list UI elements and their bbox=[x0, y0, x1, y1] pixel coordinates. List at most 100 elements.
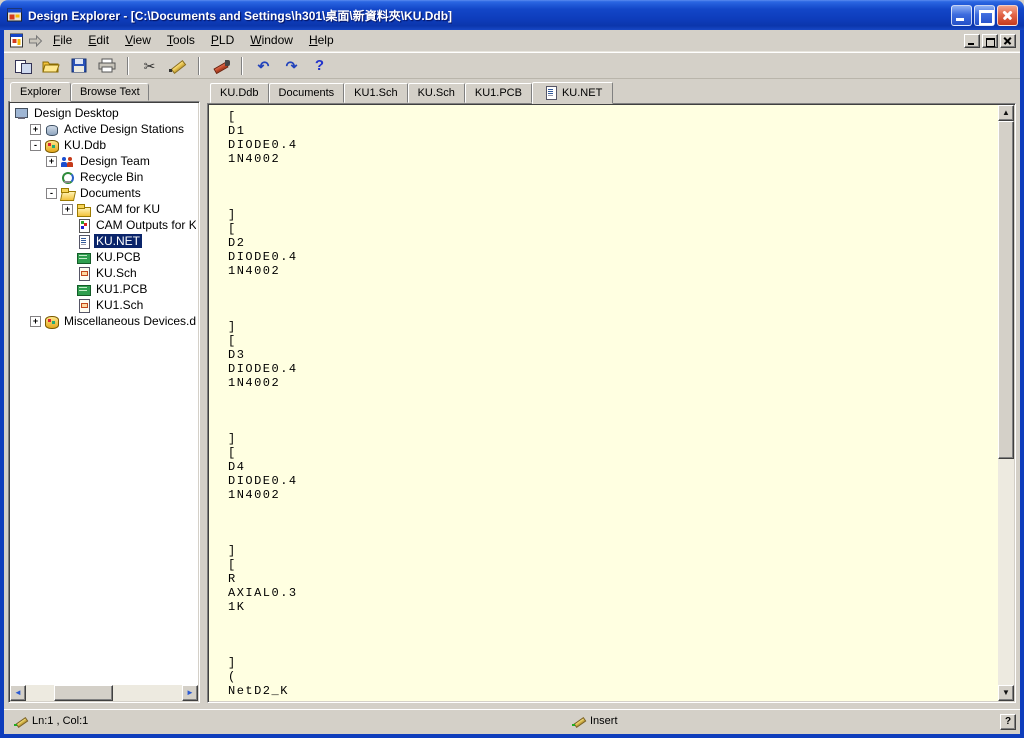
pencil-icon bbox=[14, 715, 27, 727]
tree-item-design-team[interactable]: + Design Team bbox=[12, 153, 196, 169]
scrollbar-track[interactable] bbox=[26, 685, 182, 701]
tab-ku-ddb[interactable]: KU.Ddb bbox=[210, 83, 269, 103]
editor-container: [ D1 DIODE0.4 1N4002 ] [ D2 DIODE0.4 1N4… bbox=[207, 103, 1016, 703]
scrollbar-thumb[interactable] bbox=[998, 121, 1014, 459]
toolbar-separator bbox=[198, 57, 200, 75]
selected-tree-item-label: KU.NET bbox=[94, 234, 142, 248]
menu-pld[interactable]: PLD bbox=[204, 31, 241, 50]
titlebar: Design Explorer - [C:\Documents and Sett… bbox=[0, 0, 1024, 30]
cam-icon bbox=[76, 219, 91, 232]
app-icon bbox=[6, 7, 23, 23]
maximize-button[interactable] bbox=[974, 5, 995, 26]
menu-help[interactable]: Help bbox=[302, 31, 341, 50]
save-button[interactable] bbox=[66, 55, 91, 77]
scrollbar-track[interactable] bbox=[998, 121, 1014, 685]
menu-view[interactable]: View bbox=[118, 31, 158, 50]
brush-button[interactable] bbox=[208, 55, 233, 77]
open-button[interactable] bbox=[38, 55, 63, 77]
tree-container: Design Desktop + Active Design Stations … bbox=[8, 101, 200, 703]
tree-item-documents[interactable]: - Documents bbox=[12, 185, 196, 201]
redo-icon: ↷ bbox=[286, 59, 298, 73]
tab-documents[interactable]: Documents bbox=[269, 83, 345, 103]
status-help-button[interactable]: ? bbox=[1000, 714, 1016, 730]
expand-toggle[interactable]: + bbox=[30, 316, 41, 327]
expand-toggle[interactable]: + bbox=[46, 156, 57, 167]
undo-icon: ↶ bbox=[258, 59, 270, 73]
folder-open-icon bbox=[60, 187, 75, 200]
expand-toggle[interactable]: + bbox=[62, 204, 73, 215]
schematic-icon bbox=[76, 299, 91, 312]
mdi-close-button[interactable] bbox=[1000, 34, 1016, 48]
print-button[interactable] bbox=[94, 55, 119, 77]
menu-tools[interactable]: Tools bbox=[160, 31, 202, 50]
pencil-button[interactable] bbox=[165, 55, 190, 77]
menu-edit[interactable]: Edit bbox=[81, 31, 116, 50]
toolbar-separator bbox=[127, 57, 129, 75]
vertical-scrollbar[interactable]: ▲ ▼ bbox=[998, 105, 1014, 701]
pcb-icon bbox=[76, 251, 91, 264]
document-panel: KU.Ddb Documents KU1.Sch KU.Sch KU1.PCB … bbox=[207, 82, 1016, 703]
arrow-up-icon: ▲ bbox=[1002, 109, 1010, 117]
cursor-position: Ln:1 , Col:1 bbox=[32, 715, 88, 727]
tree-item-ku-pcb[interactable]: KU.PCB bbox=[12, 249, 196, 265]
pencil-icon bbox=[169, 58, 187, 74]
tree-item-ku1-pcb[interactable]: KU1.PCB bbox=[12, 281, 196, 297]
tree-item-active-design-stations[interactable]: + Active Design Stations bbox=[12, 121, 196, 137]
database-icon bbox=[44, 139, 59, 152]
scissors-icon: ✂ bbox=[144, 59, 156, 73]
status-bar: Ln:1 , Col:1 Insert ? bbox=[4, 709, 1020, 734]
tree-item-cam-for-ku[interactable]: + CAM for KU bbox=[12, 201, 196, 217]
print-icon bbox=[98, 58, 116, 73]
scroll-up-button[interactable]: ▲ bbox=[998, 105, 1014, 121]
tab-ku1-pcb[interactable]: KU1.PCB bbox=[465, 83, 532, 103]
tree-item-design-desktop[interactable]: Design Desktop bbox=[12, 105, 196, 121]
scroll-left-button[interactable]: ◄ bbox=[10, 685, 26, 701]
tab-ku-net[interactable]: KU.NET bbox=[532, 82, 613, 104]
design-tree: Design Desktop + Active Design Stations … bbox=[12, 105, 196, 683]
collapse-toggle[interactable]: - bbox=[30, 140, 41, 151]
scroll-right-button[interactable]: ► bbox=[182, 685, 198, 701]
scroll-down-button[interactable]: ▼ bbox=[998, 685, 1014, 701]
tab-explorer[interactable]: Explorer bbox=[10, 82, 71, 102]
menu-file[interactable]: File bbox=[46, 31, 79, 50]
schematic-icon bbox=[76, 267, 91, 280]
netlist-icon bbox=[543, 86, 558, 99]
tab-browse-text[interactable]: Browse Text bbox=[71, 83, 149, 101]
collapse-toggle[interactable]: - bbox=[46, 188, 57, 199]
insert-mode-panel: Insert bbox=[572, 715, 618, 727]
netlist-icon bbox=[76, 235, 91, 248]
minimize-button[interactable] bbox=[951, 5, 972, 26]
mdi-restore-button[interactable] bbox=[982, 34, 998, 48]
tree-item-recycle-bin[interactable]: Recycle Bin bbox=[12, 169, 196, 185]
cursor-position-panel: Ln:1 , Col:1 bbox=[14, 715, 88, 727]
main-content: Explorer Browse Text Design Desktop + Ac… bbox=[4, 79, 1020, 709]
tab-ku-sch[interactable]: KU.Sch bbox=[408, 83, 465, 103]
redo-button[interactable]: ↷ bbox=[279, 55, 304, 77]
tree-item-ku1-sch[interactable]: KU1.Sch bbox=[12, 297, 196, 313]
undo-button[interactable]: ↶ bbox=[251, 55, 276, 77]
tree-item-ku-sch[interactable]: KU.Sch bbox=[12, 265, 196, 281]
close-button[interactable] bbox=[997, 5, 1018, 26]
mdi-minimize-button[interactable] bbox=[964, 34, 980, 48]
horizontal-scrollbar[interactable]: ◄ ► bbox=[10, 685, 198, 701]
team-icon bbox=[60, 155, 75, 168]
tree-item-ku-ddb[interactable]: - KU.Ddb bbox=[12, 137, 196, 153]
menu-window[interactable]: Window bbox=[243, 31, 300, 50]
brush-icon bbox=[212, 58, 230, 74]
help-button[interactable]: ? bbox=[307, 55, 332, 77]
pencil-icon bbox=[572, 715, 585, 727]
insert-mode: Insert bbox=[590, 715, 618, 727]
tree-item-miscellaneous-devices[interactable]: + Miscellaneous Devices.ddb bbox=[12, 313, 196, 329]
netlist-editor[interactable]: [ D1 DIODE0.4 1N4002 ] [ D2 DIODE0.4 1N4… bbox=[228, 110, 995, 700]
save-icon bbox=[71, 58, 87, 73]
panels-icon bbox=[14, 58, 32, 74]
tree-item-ku-net[interactable]: KU.NET bbox=[12, 233, 196, 249]
scrollbar-thumb[interactable] bbox=[54, 685, 113, 701]
desktop-icon bbox=[14, 107, 29, 120]
toggle-panels-button[interactable] bbox=[10, 55, 35, 77]
tree-item-cam-outputs-for-ku[interactable]: CAM Outputs for KU bbox=[12, 217, 196, 233]
folder-icon bbox=[76, 203, 91, 216]
tab-ku1-sch[interactable]: KU1.Sch bbox=[344, 83, 407, 103]
cut-button[interactable]: ✂ bbox=[137, 55, 162, 77]
expand-toggle[interactable]: + bbox=[30, 124, 41, 135]
